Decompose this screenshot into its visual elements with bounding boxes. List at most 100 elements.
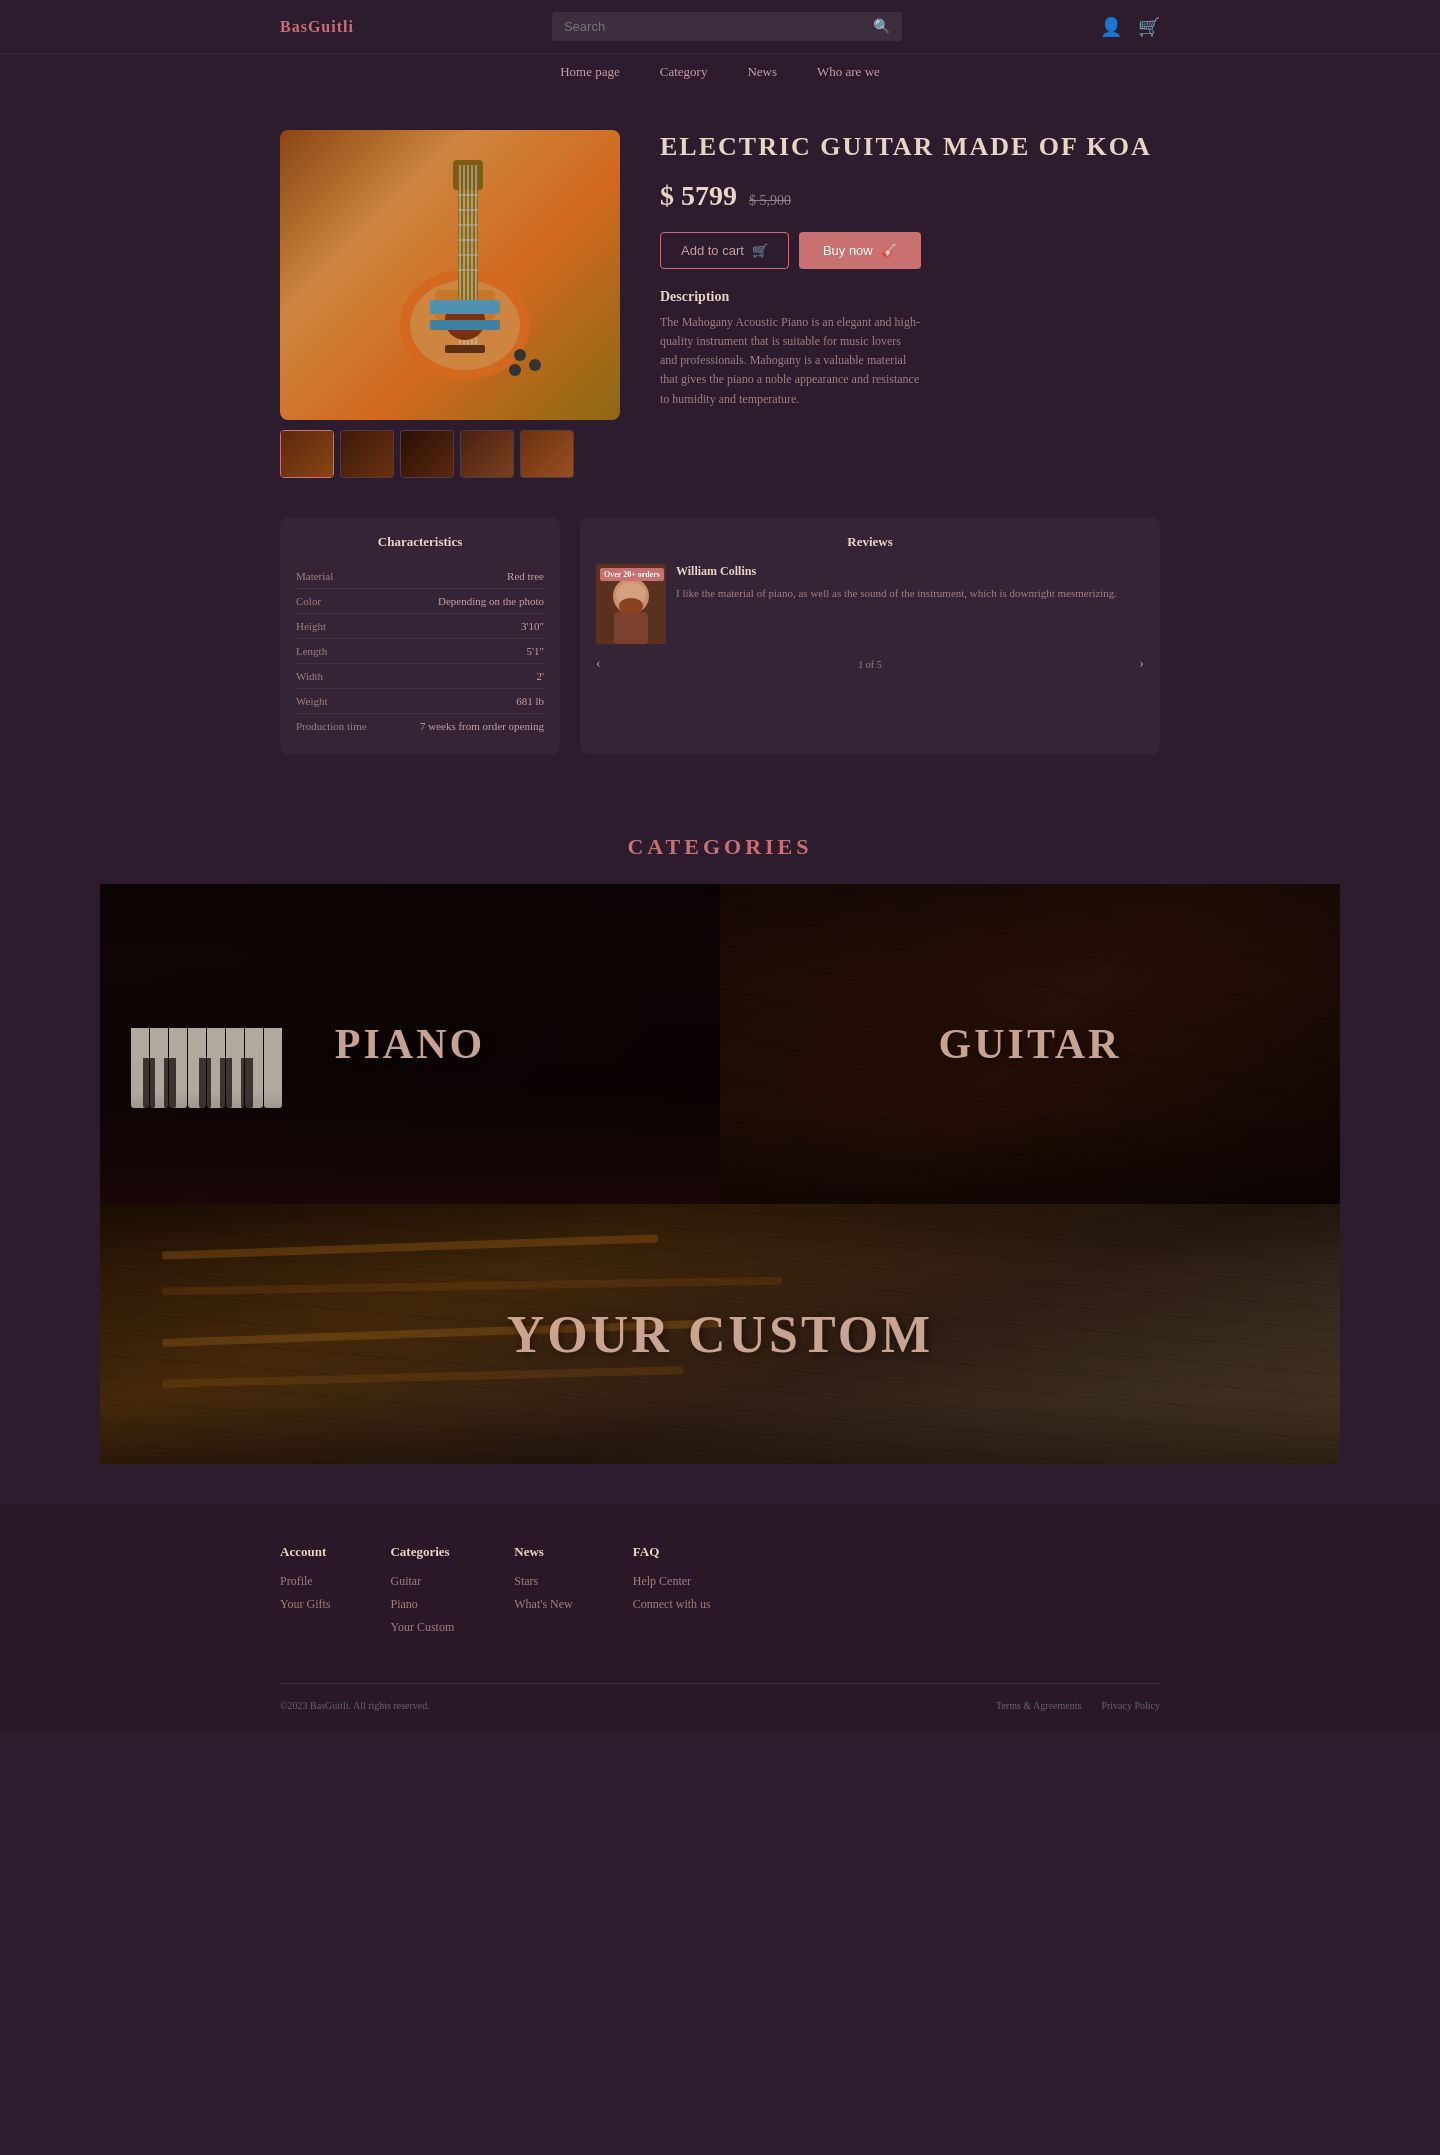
footer-account-title: Account [280, 1544, 330, 1560]
price-old: $ 5,900 [749, 193, 791, 209]
footer-columns: Account Profile Your Gifts Categories Gu… [280, 1544, 1160, 1643]
cart-btn-label: Add to cart [681, 243, 744, 258]
reviewer-name: William Collins [676, 564, 1144, 579]
search-icon: 🔍 [873, 18, 890, 35]
footer-help-center-link[interactable]: Help Center [633, 1574, 711, 1589]
footer-news-title: News [514, 1544, 572, 1560]
footer-piano-link[interactable]: Piano [390, 1597, 454, 1612]
char-production: Production time 7 weeks from order openi… [296, 714, 544, 738]
footer-news-col: News Stars What's New [514, 1544, 572, 1643]
add-to-cart-button[interactable]: Add to cart 🛒 [660, 232, 789, 269]
categories-grid-top: PIANO GUITAR [100, 884, 1340, 1204]
char-length-label: Length [296, 645, 327, 657]
svg-rect-17 [445, 345, 485, 353]
footer-custom-link[interactable]: Your Custom [390, 1620, 454, 1635]
footer: Account Profile Your Gifts Categories Gu… [0, 1504, 1440, 1731]
footer-profile-link[interactable]: Profile [280, 1574, 330, 1589]
footer-stars-link[interactable]: Stars [514, 1574, 572, 1589]
reviews-title: Reviews [596, 534, 1144, 550]
svg-point-21 [529, 359, 541, 371]
svg-rect-25 [614, 612, 648, 644]
characteristics-title: Characteristics [296, 534, 544, 550]
category-guitar-label: GUITAR [939, 1020, 1122, 1068]
category-guitar[interactable]: GUITAR [720, 884, 1340, 1204]
footer-connect-link[interactable]: Connect with us [633, 1597, 711, 1612]
privacy-link[interactable]: Privacy Policy [1101, 1700, 1160, 1711]
review-counter: 1 of 5 [601, 659, 1140, 670]
footer-account-col: Account Profile Your Gifts [280, 1544, 330, 1643]
footer-faq-col: FAQ Help Center Connect with us [633, 1544, 711, 1643]
thumbnail-3[interactable] [400, 430, 454, 478]
category-piano[interactable]: PIANO [100, 884, 720, 1204]
footer-gifts-link[interactable]: Your Gifts [280, 1597, 330, 1612]
char-material-label: Material [296, 570, 333, 582]
buy-now-button[interactable]: Buy now 🎸 [799, 232, 921, 269]
svg-rect-19 [430, 320, 500, 330]
char-color-label: Color [296, 595, 321, 607]
nav-category[interactable]: Category [660, 64, 708, 80]
review-avatar: Over 20+ orders [596, 564, 666, 644]
review-nav: ‹ 1 of 5 › [596, 656, 1144, 672]
svg-point-22 [509, 364, 521, 376]
buy-btn-label: Buy now [823, 243, 873, 258]
user-icon[interactable]: 👤 [1100, 16, 1122, 38]
price-row: $ 5799 $ 5,900 [660, 180, 1160, 212]
description-title: Description [660, 289, 1160, 305]
char-height: Height 3'10" [296, 614, 544, 639]
char-width: Width 2' [296, 664, 544, 689]
header: BasGuitli 🔍 👤 🛒 [0, 0, 1440, 54]
char-color-value: Depending on the photo [438, 595, 544, 607]
reviews-panel: Reviews Over 20+ orders William Collins … [580, 518, 1160, 754]
footer-categories-title: Categories [390, 1544, 454, 1560]
review-text: I like the material of piano, as well as… [676, 585, 1144, 602]
review-next-button[interactable]: › [1139, 656, 1144, 672]
category-custom-label: YOUR CUSTOM [507, 1305, 933, 1364]
footer-legal-links: Terms & Agreements Privacy Policy [996, 1700, 1160, 1711]
svg-point-20 [514, 349, 526, 361]
cart-icon[interactable]: 🛒 [1138, 16, 1160, 38]
nav-home[interactable]: Home page [560, 64, 620, 80]
search-bar[interactable]: 🔍 [552, 12, 902, 41]
product-title: ELECTRIC GUITAR MADE OF KOA [660, 130, 1160, 164]
price-current: $ 5799 [660, 180, 737, 212]
product-section: ELECTRIC GUITAR MADE OF KOA $ 5799 $ 5,9… [0, 90, 1440, 518]
category-piano-label: PIANO [335, 1020, 485, 1068]
char-weight-value: 681 lb [516, 695, 544, 707]
description-text: The Mahogany Acoustic Piano is an elegan… [660, 313, 920, 409]
char-height-label: Height [296, 620, 326, 632]
char-length-value: 5'1" [527, 645, 544, 657]
thumbnail-row [280, 430, 620, 478]
char-width-value: 2' [537, 670, 544, 682]
thumbnail-4[interactable] [460, 430, 514, 478]
logo[interactable]: BasGuitli [280, 18, 354, 36]
footer-faq-title: FAQ [633, 1544, 711, 1560]
main-product-image [280, 130, 620, 420]
thumbnail-1[interactable] [280, 430, 334, 478]
char-color: Color Depending on the photo [296, 589, 544, 614]
footer-whats-new-link[interactable]: What's New [514, 1597, 572, 1612]
categories-title: CATEGORIES [100, 834, 1340, 860]
thumbnail-5[interactable] [520, 430, 574, 478]
category-custom[interactable]: YOUR CUSTOM [100, 1204, 1340, 1464]
char-length: Length 5'1" [296, 639, 544, 664]
terms-link[interactable]: Terms & Agreements [996, 1700, 1081, 1711]
review-content: William Collins I like the material of p… [676, 564, 1144, 602]
char-review-row: Characteristics Material Red tree Color … [0, 518, 1440, 794]
svg-rect-18 [430, 300, 500, 314]
nav-news[interactable]: News [747, 64, 777, 80]
footer-guitar-link[interactable]: Guitar [390, 1574, 454, 1589]
search-input[interactable] [564, 19, 867, 34]
char-weight-label: Weight [296, 695, 328, 707]
svg-point-27 [619, 598, 643, 614]
product-images [280, 130, 620, 478]
thumbnail-2[interactable] [340, 430, 394, 478]
char-material: Material Red tree [296, 564, 544, 589]
nav-who-are-we[interactable]: Who are we [817, 64, 880, 80]
product-info: ELECTRIC GUITAR MADE OF KOA $ 5799 $ 5,9… [660, 130, 1160, 409]
char-weight: Weight 681 lb [296, 689, 544, 714]
copyright: ©2023 BasGuitli. All rights reserved. [280, 1700, 430, 1711]
footer-bottom: ©2023 BasGuitli. All rights reserved. Te… [280, 1683, 1160, 1711]
review-card: Over 20+ orders William Collins I like t… [596, 564, 1144, 644]
characteristics-panel: Characteristics Material Red tree Color … [280, 518, 560, 754]
char-width-label: Width [296, 670, 323, 682]
